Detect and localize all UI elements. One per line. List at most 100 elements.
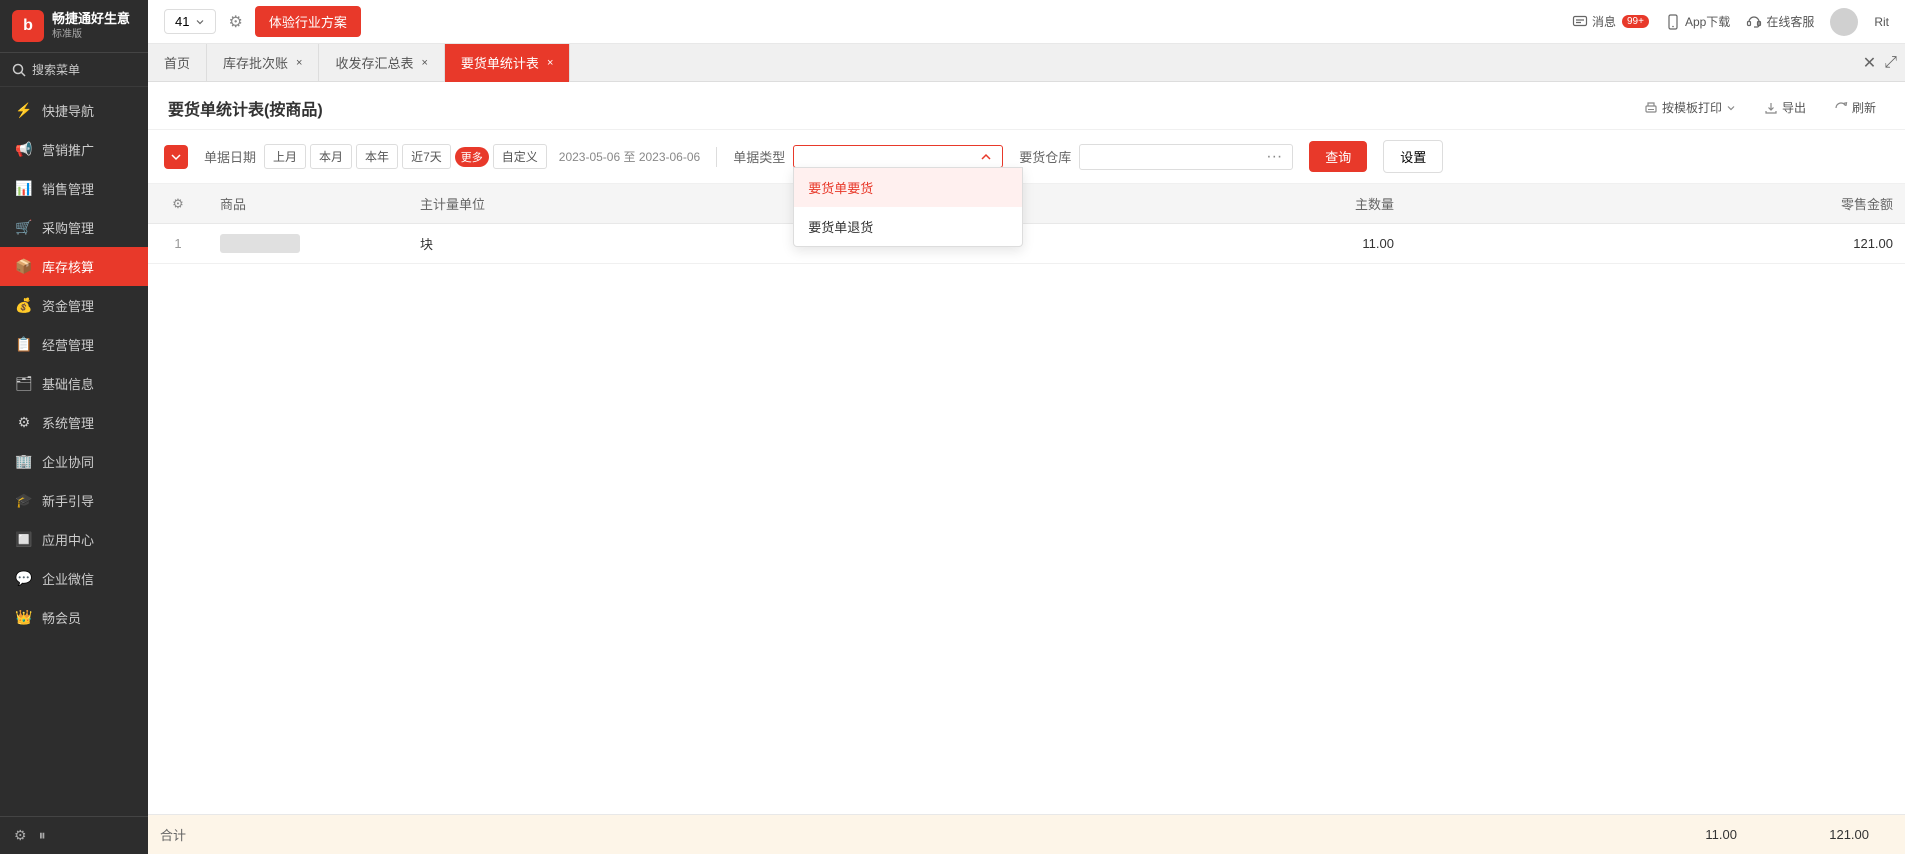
filter-expand-button[interactable] (164, 145, 188, 169)
tab-receive-summary-close[interactable]: × (421, 57, 427, 69)
inventory-label: 库存核算 (42, 257, 94, 276)
inventory-icon: 📦 (14, 258, 34, 275)
messages-item[interactable]: 消息 99+ (1572, 13, 1649, 30)
export-label: 导出 (1782, 99, 1806, 116)
sidebar-logo: b 畅捷通好生意 标准版 (0, 0, 148, 53)
date-this-year[interactable]: 本年 (356, 144, 398, 169)
base-info-icon: 🗂 (14, 375, 34, 392)
settings-icon-header[interactable]: ⚙ (228, 12, 242, 32)
table-header-row: ⚙ 商品 主计量单位 主数量 零售金额 (148, 184, 1905, 224)
refresh-button[interactable]: 刷新 (1825, 94, 1885, 121)
col-settings-icon[interactable]: ⚙ (172, 196, 184, 211)
print-button[interactable]: 按模板打印 (1635, 94, 1745, 121)
type-option-order-goods[interactable]: 要货单要货 (794, 168, 1022, 207)
date-filter-label: 单据日期 (204, 147, 256, 166)
member-icon: 👑 (14, 609, 34, 626)
sidebar-item-quick-nav[interactable]: ⚡ 快捷导航 (0, 91, 148, 130)
cell-index: 1 (148, 224, 208, 264)
warehouse-more-btn[interactable]: ··· (1266, 148, 1282, 166)
app-logo-text: 畅捷通好生意 标准版 (52, 11, 130, 41)
collapse-icon[interactable]: ⏸ (39, 827, 46, 844)
refresh-label: 刷新 (1852, 99, 1876, 116)
data-table: ⚙ 商品 主计量单位 主数量 零售金额 1 ██ ██ 块 (148, 184, 1905, 264)
sidebar: b 畅捷通好生意 标准版 搜索菜单 ⚡ 快捷导航 📢 营销推广 📊 销售管理 🛒… (0, 0, 148, 854)
th-retail-amount: 零售金额 (1406, 184, 1905, 224)
marketing-icon: 📢 (14, 141, 34, 158)
query-button[interactable]: 查询 (1309, 141, 1367, 172)
type-option-return-goods[interactable]: 要货单退货 (794, 207, 1022, 246)
tab-inventory-batch-close[interactable]: × (296, 57, 302, 69)
warehouse-filter-group: 要货仓库 ··· (1019, 144, 1293, 170)
page-title-bar: 要货单统计表(按商品) 按模板打印 (148, 82, 1905, 130)
sidebar-item-system[interactable]: ⚙ 系统管理 (0, 403, 148, 442)
tab-receive-summary[interactable]: 收发存汇总表 × (319, 44, 444, 82)
type-filter-label: 单据类型 (733, 147, 785, 166)
purchase-icon: 🛒 (14, 219, 34, 236)
settings-bottom-icon[interactable]: ⚙ (14, 827, 27, 844)
table-row: 1 ██ ██ 块 11.00 121.00 (148, 224, 1905, 264)
store-selector[interactable]: 41 (164, 9, 216, 34)
sidebar-nav: ⚡ 快捷导航 📢 营销推广 📊 销售管理 🛒 采购管理 📦 库存核算 💰 资金管… (0, 87, 148, 816)
date-custom-btn[interactable]: 自定义 (493, 144, 547, 169)
operations-icon: 📋 (14, 336, 34, 353)
finance-icon: 💰 (14, 297, 34, 314)
tab-close-all[interactable]: ✕ (1863, 53, 1876, 73)
tab-inventory-batch-label: 库存批次账 (223, 53, 288, 72)
tab-expand[interactable]: ⤢ (1884, 54, 1897, 72)
date-more-badge[interactable]: 更多 (455, 147, 489, 167)
footer-retail-amount: 121.00 (1769, 827, 1869, 842)
messages-badge: 99+ (1622, 15, 1649, 28)
sidebar-item-sales[interactable]: 📊 销售管理 (0, 169, 148, 208)
tabs-bar: 首页 库存批次账 × 收发存汇总表 × 要货单统计表 × ✕ ⤢ (148, 44, 1905, 82)
app-center-icon: 🔲 (14, 531, 34, 548)
export-button[interactable]: 导出 (1755, 94, 1815, 121)
member-label: 畅会员 (42, 608, 81, 627)
sidebar-item-marketing[interactable]: 📢 营销推广 (0, 130, 148, 169)
sidebar-search[interactable]: 搜索菜单 (0, 53, 148, 87)
online-service-item[interactable]: 在线客服 (1746, 13, 1814, 30)
sidebar-item-app-center[interactable]: 🔲 应用中心 (0, 520, 148, 559)
sidebar-item-guide[interactable]: 🎓 新手引导 (0, 481, 148, 520)
footer-main-qty: 11.00 (1637, 827, 1737, 842)
user-avatar[interactable] (1830, 8, 1858, 36)
wechat-icon: 💬 (14, 570, 34, 587)
date-last-month[interactable]: 上月 (264, 144, 306, 169)
base-info-label: 基础信息 (42, 374, 94, 393)
tabs-right-actions: ✕ ⤢ (1863, 53, 1905, 73)
tab-inventory-batch[interactable]: 库存批次账 × (207, 44, 319, 82)
date-last-7days[interactable]: 近7天 (402, 144, 451, 169)
tab-order-stats[interactable]: 要货单统计表 × (445, 44, 570, 82)
tab-order-stats-close[interactable]: × (547, 57, 553, 69)
app-download-item[interactable]: App下载 (1665, 13, 1730, 30)
warehouse-input[interactable] (1090, 149, 1266, 164)
type-input[interactable] (804, 149, 980, 164)
sidebar-item-inventory[interactable]: 📦 库存核算 (0, 247, 148, 286)
th-main-qty: 主数量 (992, 184, 1406, 224)
type-selector[interactable]: 要货单要货 要货单退货 (793, 145, 1003, 168)
sidebar-item-member[interactable]: 👑 畅会员 (0, 598, 148, 637)
expand-icon (170, 151, 182, 163)
sidebar-item-purchase[interactable]: 🛒 采购管理 (0, 208, 148, 247)
industry-button[interactable]: 体验行业方案 (255, 6, 361, 37)
app-edition: 标准版 (52, 28, 130, 41)
warehouse-selector[interactable]: ··· (1079, 144, 1293, 170)
sidebar-item-enterprise[interactable]: 🏢 企业协同 (0, 442, 148, 481)
user-name[interactable]: Rit (1874, 15, 1889, 29)
date-buttons: 上月 本月 本年 近7天 更多 自定义 (264, 144, 547, 169)
print-icon (1644, 101, 1658, 115)
tab-home[interactable]: 首页 (148, 44, 207, 82)
quick-nav-label: 快捷导航 (42, 101, 94, 120)
guide-label: 新手引导 (42, 491, 94, 510)
app-logo-icon: b (12, 10, 44, 42)
system-label: 系统管理 (42, 413, 94, 432)
app-center-label: 应用中心 (42, 530, 94, 549)
sidebar-item-wechat[interactable]: 💬 企业微信 (0, 559, 148, 598)
sidebar-item-operations[interactable]: 📋 经营管理 (0, 325, 148, 364)
settings-button[interactable]: 设置 (1383, 140, 1443, 173)
sidebar-item-finance[interactable]: 💰 资金管理 (0, 286, 148, 325)
date-this-month[interactable]: 本月 (310, 144, 352, 169)
print-label: 按模板打印 (1662, 99, 1722, 116)
page-actions: 按模板打印 导出 刷新 (1635, 94, 1885, 121)
app-download-label: App下载 (1685, 13, 1730, 30)
sidebar-item-base-info[interactable]: 🗂 基础信息 (0, 364, 148, 403)
